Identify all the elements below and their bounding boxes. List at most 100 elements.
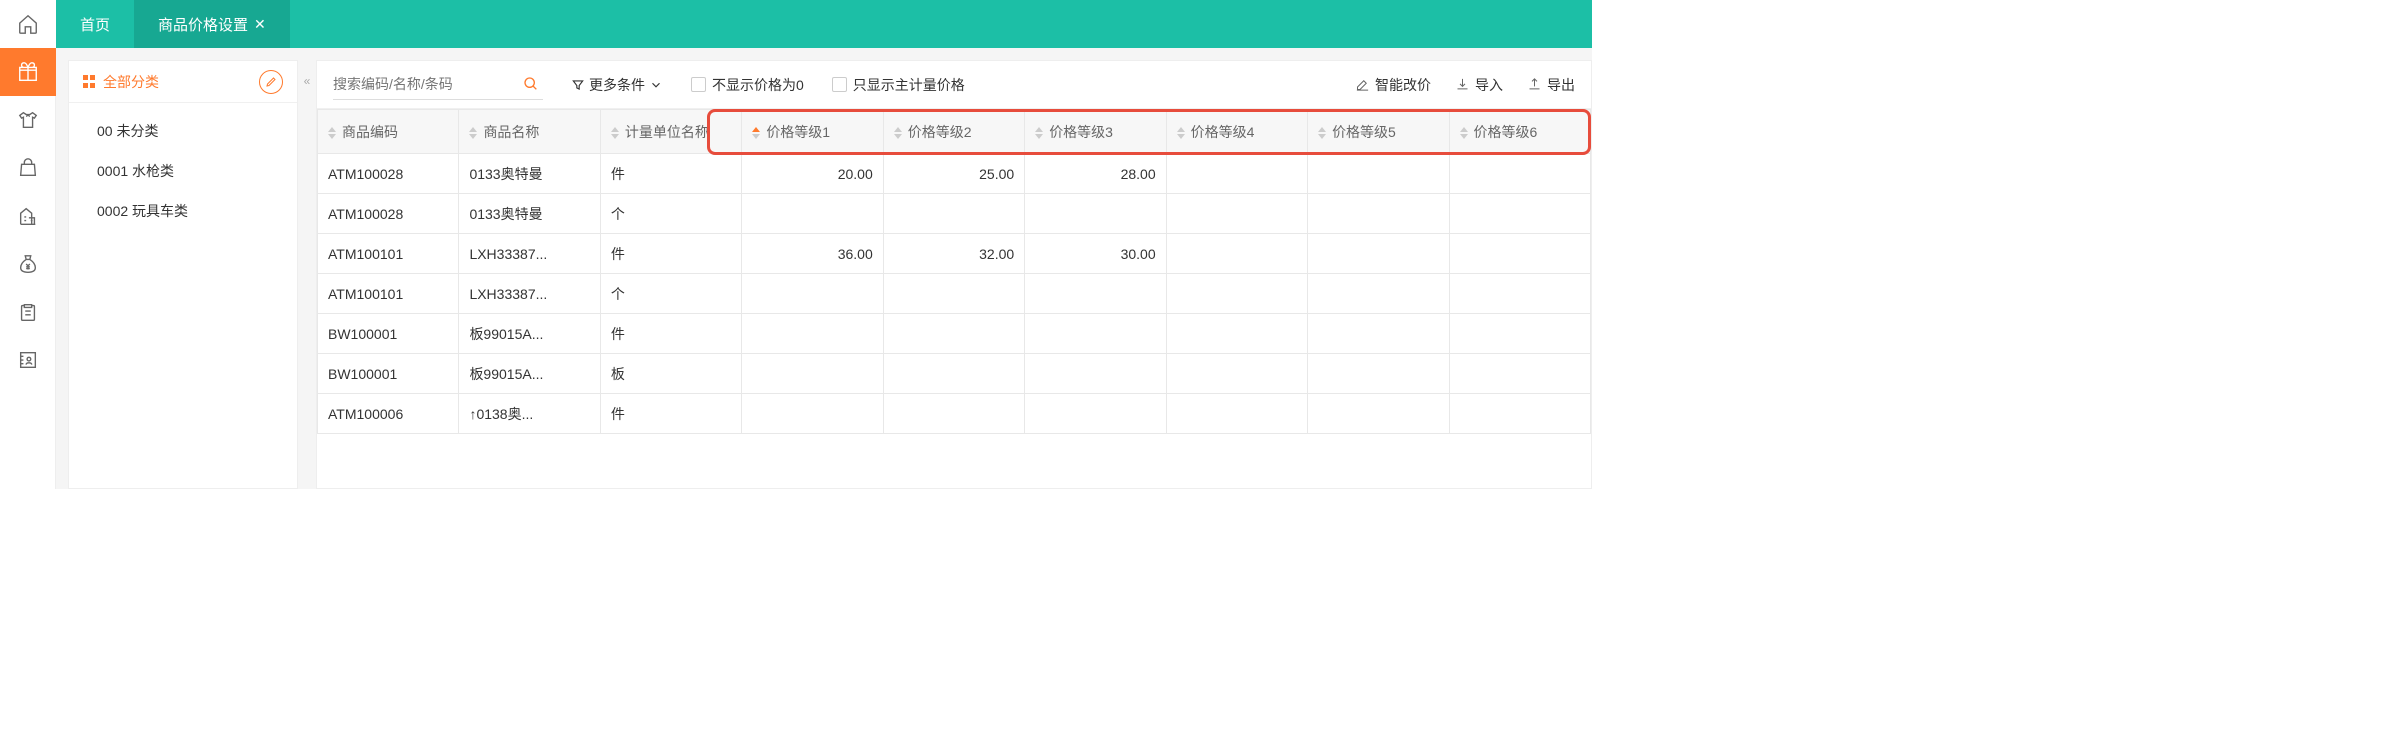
cell-price-4[interactable] <box>1166 274 1307 314</box>
close-icon[interactable]: ✕ <box>254 16 266 33</box>
table-row[interactable]: ATM1000280133奥特曼个 <box>318 194 1591 234</box>
export-icon <box>1527 77 1542 92</box>
col-product-name[interactable]: 商品名称 <box>459 110 600 154</box>
cell-price-2[interactable] <box>883 354 1024 394</box>
cell-price-3[interactable]: 28.00 <box>1025 154 1166 194</box>
cell-price-5[interactable] <box>1308 354 1449 394</box>
rail-clipboard[interactable] <box>0 288 56 336</box>
more-conditions-label: 更多条件 <box>589 75 645 95</box>
col-price-1[interactable]: 价格等级1 <box>742 110 883 154</box>
cell-price-4[interactable] <box>1166 354 1307 394</box>
cell-price-3[interactable] <box>1025 354 1166 394</box>
col-label: 计量单位名称 <box>625 124 709 140</box>
table-row[interactable]: BW100001板99015A...件 <box>318 314 1591 354</box>
cell-price-6[interactable] <box>1449 354 1591 394</box>
rail-building[interactable] <box>0 192 56 240</box>
cell-price-3[interactable] <box>1025 194 1166 234</box>
col-price-6[interactable]: 价格等级6 <box>1449 110 1591 154</box>
col-price-2[interactable]: 价格等级2 <box>883 110 1024 154</box>
cell-price-5[interactable] <box>1308 194 1449 234</box>
bag-icon <box>17 157 39 179</box>
rail-money[interactable] <box>0 240 56 288</box>
table-row[interactable]: ATM1000280133奥特曼件20.0025.0028.00 <box>318 154 1591 194</box>
table-row[interactable]: BW100001板99015A...板 <box>318 354 1591 394</box>
tab-price-settings[interactable]: 商品价格设置 ✕ <box>134 0 290 48</box>
smart-edit-button[interactable]: 智能改价 <box>1355 75 1431 95</box>
cell-price-5[interactable] <box>1308 394 1449 434</box>
cell-price-5[interactable] <box>1308 274 1449 314</box>
cell-code: ATM100006 <box>318 394 459 434</box>
cell-price-2[interactable]: 25.00 <box>883 154 1024 194</box>
cell-price-2[interactable] <box>883 274 1024 314</box>
export-label: 导出 <box>1547 75 1575 95</box>
cell-price-6[interactable] <box>1449 194 1591 234</box>
cell-price-1[interactable]: 36.00 <box>742 234 883 274</box>
cell-name: LXH33387... <box>459 274 600 314</box>
cell-price-4[interactable] <box>1166 154 1307 194</box>
cell-price-3[interactable] <box>1025 274 1166 314</box>
cell-price-1[interactable] <box>742 354 883 394</box>
cell-code: BW100001 <box>318 354 459 394</box>
col-price-5[interactable]: 价格等级5 <box>1308 110 1449 154</box>
category-item[interactable]: 00 未分类 <box>69 111 297 151</box>
cell-unit: 个 <box>600 194 741 234</box>
cell-price-1[interactable]: 20.00 <box>742 154 883 194</box>
rail-gift[interactable] <box>0 48 56 96</box>
cell-price-4[interactable] <box>1166 394 1307 434</box>
col-price-4[interactable]: 价格等级4 <box>1166 110 1307 154</box>
hide-zero-checkbox[interactable]: 不显示价格为0 <box>691 75 804 95</box>
cell-price-6[interactable] <box>1449 234 1591 274</box>
search-input[interactable] <box>333 70 543 100</box>
gift-icon <box>17 61 39 83</box>
contact-icon <box>17 349 39 371</box>
export-button[interactable]: 导出 <box>1527 75 1575 95</box>
search-icon[interactable] <box>523 76 539 92</box>
rail-bag[interactable] <box>0 144 56 192</box>
cell-price-4[interactable] <box>1166 194 1307 234</box>
cell-price-5[interactable] <box>1308 234 1449 274</box>
table-scroll[interactable]: 商品编码 商品名称 计量单位名称 价格等级1 价格等级2 价格等级3 价格等级4… <box>317 109 1591 488</box>
rail-contact[interactable] <box>0 336 56 384</box>
cell-price-2[interactable] <box>883 394 1024 434</box>
cell-price-5[interactable] <box>1308 314 1449 354</box>
cell-price-2[interactable] <box>883 314 1024 354</box>
col-price-3[interactable]: 价格等级3 <box>1025 110 1166 154</box>
rail-home[interactable] <box>0 0 56 48</box>
edit-category-button[interactable] <box>259 70 283 94</box>
cell-price-6[interactable] <box>1449 314 1591 354</box>
cell-price-4[interactable] <box>1166 234 1307 274</box>
cell-price-4[interactable] <box>1166 314 1307 354</box>
cell-price-2[interactable] <box>883 194 1024 234</box>
cell-name: 板99015A... <box>459 354 600 394</box>
category-item[interactable]: 0001 水枪类 <box>69 151 297 191</box>
cell-price-3[interactable]: 30.00 <box>1025 234 1166 274</box>
cell-unit: 板 <box>600 354 741 394</box>
only-main-unit-checkbox[interactable]: 只显示主计量价格 <box>832 75 965 95</box>
only-main-unit-label: 只显示主计量价格 <box>853 75 965 95</box>
collapse-sidebar-button[interactable]: « <box>298 60 316 489</box>
table-row[interactable]: ATM100006↑0138奥...件 <box>318 394 1591 434</box>
cell-price-6[interactable] <box>1449 394 1591 434</box>
cell-price-3[interactable] <box>1025 394 1166 434</box>
rail-shirt[interactable] <box>0 96 56 144</box>
more-conditions-button[interactable]: 更多条件 <box>571 75 663 95</box>
tab-home[interactable]: 首页 <box>56 0 134 48</box>
import-icon <box>1455 77 1470 92</box>
col-unit[interactable]: 计量单位名称 <box>600 110 741 154</box>
category-item[interactable]: 0002 玩具车类 <box>69 191 297 231</box>
cell-price-6[interactable] <box>1449 154 1591 194</box>
cell-price-1[interactable] <box>742 194 883 234</box>
cell-name: ↑0138奥... <box>459 394 600 434</box>
cell-price-3[interactable] <box>1025 314 1166 354</box>
table-row[interactable]: ATM100101LXH33387...个 <box>318 274 1591 314</box>
cell-price-1[interactable] <box>742 394 883 434</box>
cell-code: BW100001 <box>318 314 459 354</box>
cell-price-1[interactable] <box>742 274 883 314</box>
cell-price-2[interactable]: 32.00 <box>883 234 1024 274</box>
col-code[interactable]: 商品编码 <box>318 110 459 154</box>
import-button[interactable]: 导入 <box>1455 75 1503 95</box>
table-row[interactable]: ATM100101LXH33387...件36.0032.0030.00 <box>318 234 1591 274</box>
cell-price-5[interactable] <box>1308 154 1449 194</box>
cell-price-6[interactable] <box>1449 274 1591 314</box>
cell-price-1[interactable] <box>742 314 883 354</box>
